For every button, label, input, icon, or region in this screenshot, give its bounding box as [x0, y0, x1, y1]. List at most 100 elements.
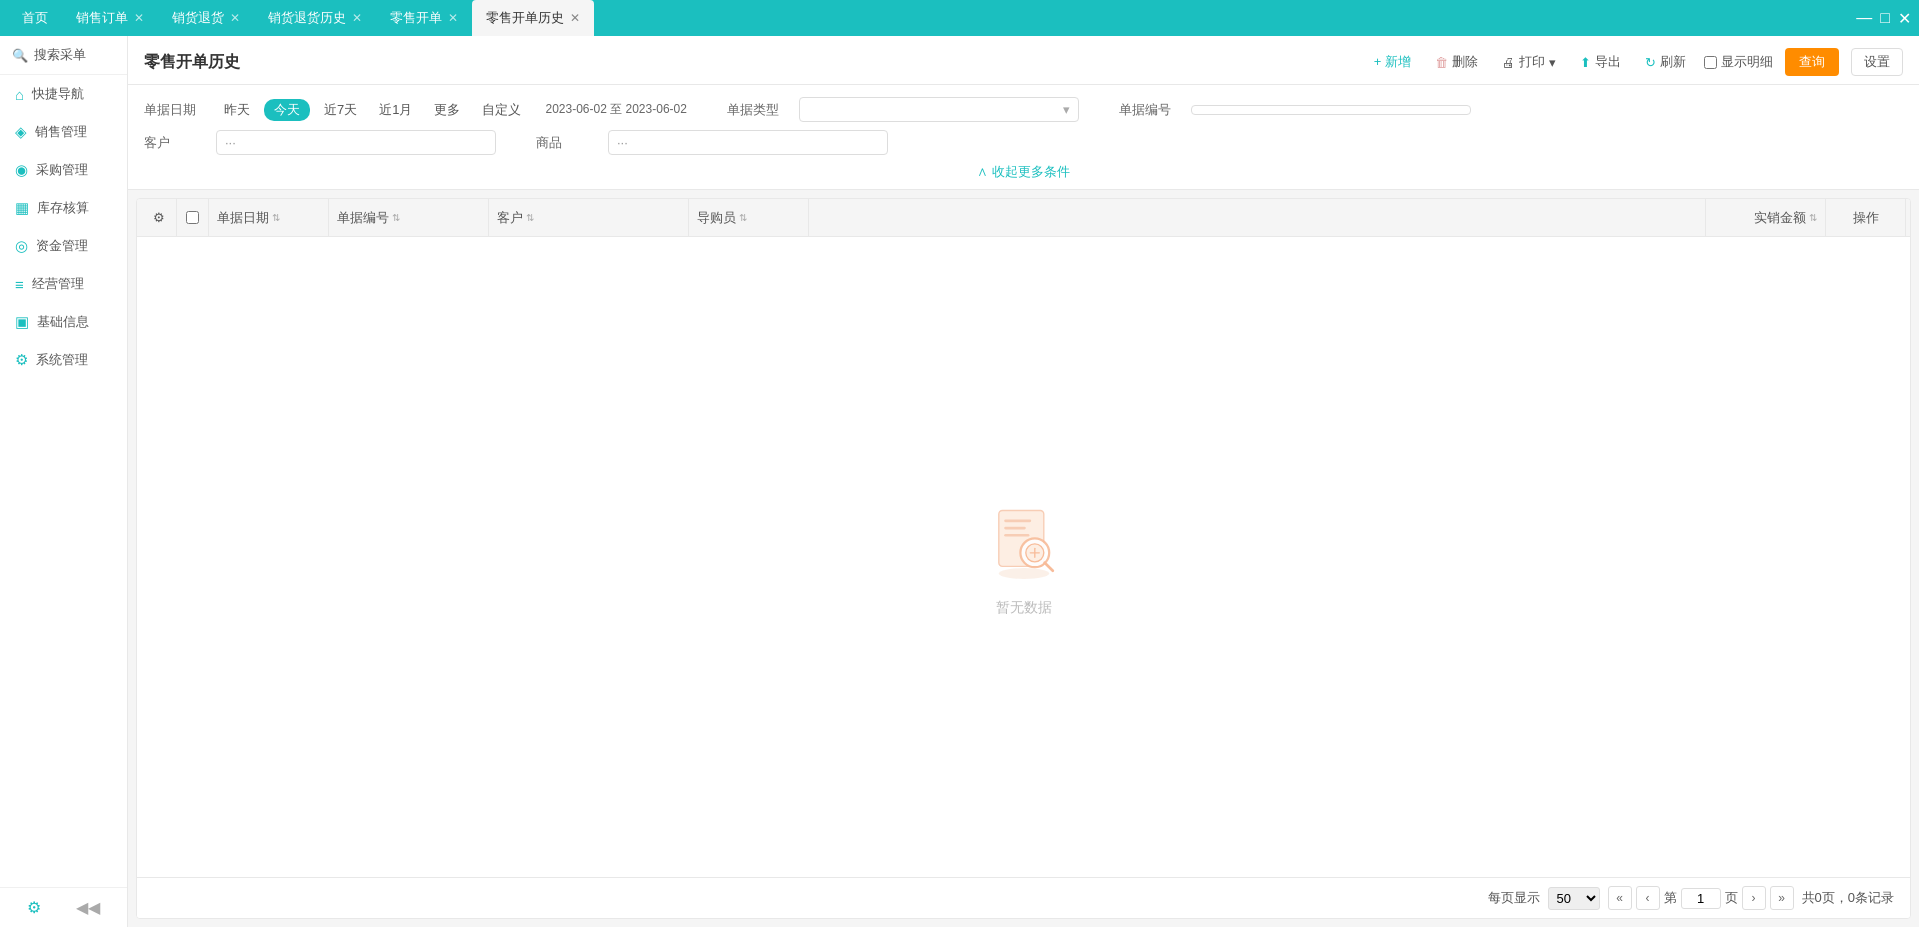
toolbar: + 新增 🗑 删除 🖨 打印 ▾ ⬆ 导出 ↻ 刷新 — [1368, 48, 1903, 76]
refresh-button[interactable]: ↻ 刷新 — [1639, 49, 1692, 75]
sidebar-item-quicknav[interactable]: ⌂ 快捷导航 — [0, 75, 127, 113]
date-opt-today[interactable]: 今天 — [264, 99, 310, 121]
svg-rect-3 — [1004, 527, 1026, 530]
collapse-label: ∧ 收起更多条件 — [977, 163, 1070, 181]
delete-label: 删除 — [1452, 53, 1478, 71]
sort-date-icon: ⇅ — [272, 212, 280, 223]
th-settings[interactable]: ⚙ — [141, 199, 177, 236]
th-customer-label: 客户 — [497, 209, 523, 227]
th-customer[interactable]: 客户 ⇅ — [489, 199, 689, 236]
tab-sales-order[interactable]: 销售订单 ✕ — [62, 0, 158, 36]
sidebar-search-label: 搜索采单 — [34, 46, 86, 64]
inventory-icon: ▦ — [15, 199, 29, 217]
maximize-btn[interactable]: □ — [1880, 9, 1890, 28]
type-select[interactable]: ▾ — [799, 97, 1079, 122]
page-title: 零售开单历史 — [144, 52, 240, 73]
customer-label: 客户 — [144, 134, 200, 152]
print-arrow-icon: ▾ — [1549, 55, 1556, 70]
first-page-btn[interactable]: « — [1608, 886, 1632, 910]
prev-page-btn[interactable]: ‹ — [1636, 886, 1660, 910]
th-number-label: 单据编号 — [337, 209, 389, 227]
th-guide[interactable]: 导购员 ⇅ — [689, 199, 809, 236]
tab-retail-order-close[interactable]: ✕ — [448, 12, 458, 24]
number-input[interactable] — [1191, 105, 1471, 115]
operations-icon: ≡ — [15, 276, 24, 293]
sort-amount-icon: ⇅ — [1809, 212, 1817, 223]
th-number[interactable]: 单据编号 ⇅ — [329, 199, 489, 236]
per-page-select[interactable]: 50 100 200 — [1548, 887, 1600, 910]
filter-area: 单据日期 昨天 今天 近7天 近1月 更多 自定义 2023-06-02 至 2… — [128, 85, 1919, 190]
sidebar-item-purchase[interactable]: ◉ 采购管理 — [0, 151, 127, 189]
date-opt-custom[interactable]: 自定义 — [474, 99, 529, 121]
sidebar-item-inventory[interactable]: ▦ 库存核算 — [0, 189, 127, 227]
page-header: 零售开单历史 + 新增 🗑 删除 🖨 打印 ▾ ⬆ 导出 — [128, 36, 1919, 85]
last-page-btn[interactable]: » — [1770, 886, 1794, 910]
date-opt-yesterday[interactable]: 昨天 — [216, 99, 258, 121]
minimize-btn[interactable]: — — [1856, 9, 1872, 28]
tab-return-close[interactable]: ✕ — [230, 12, 240, 24]
date-opt-more[interactable]: 更多 — [426, 99, 468, 121]
sidebar-item-basic[interactable]: ▣ 基础信息 — [0, 303, 127, 341]
tab-retail-order[interactable]: 零售开单 ✕ — [376, 0, 472, 36]
tab-retail-order-history-label: 零售开单历史 — [486, 9, 564, 27]
type-label: 单据类型 — [727, 101, 783, 119]
add-button[interactable]: + 新增 — [1368, 49, 1417, 75]
select-all-checkbox[interactable] — [186, 211, 199, 224]
search-icon: 🔍 — [12, 48, 28, 63]
sidebar-bottom: ⚙ ◀◀ — [0, 887, 127, 927]
sidebar-item-finance[interactable]: ◎ 资金管理 — [0, 227, 127, 265]
system-icon: ⚙ — [15, 351, 28, 369]
sidebar-item-sales[interactable]: ◈ 销售管理 — [0, 113, 127, 151]
date-opt-1month[interactable]: 近1月 — [371, 99, 420, 121]
table-container: ⚙ 单据日期 ⇅ 单据编号 ⇅ 客户 ⇅ 导购员 — [136, 198, 1911, 919]
export-label: 导出 — [1595, 53, 1621, 71]
sidebar-item-system[interactable]: ⚙ 系统管理 — [0, 341, 127, 379]
print-button[interactable]: 🖨 打印 ▾ — [1496, 49, 1562, 75]
date-label: 单据日期 — [144, 101, 200, 119]
collapse-button[interactable]: ∧ 收起更多条件 — [144, 163, 1903, 181]
date-opt-7days[interactable]: 近7天 — [316, 99, 365, 121]
collapse-sidebar-btn[interactable]: ◀◀ — [76, 898, 100, 917]
export-button[interactable]: ⬆ 导出 — [1574, 49, 1627, 75]
add-label: + 新增 — [1374, 53, 1411, 71]
settings-gear-icon[interactable]: ⚙ — [27, 898, 41, 917]
sidebar-search[interactable]: 🔍 搜索采单 — [0, 36, 127, 75]
tab-sales-order-label: 销售订单 — [76, 9, 128, 27]
sidebar-item-operations[interactable]: ≡ 经营管理 — [0, 265, 127, 303]
tab-home[interactable]: 首页 — [8, 0, 62, 36]
tab-retail-order-history-close[interactable]: ✕ — [570, 12, 580, 24]
search-button[interactable]: 查询 — [1785, 48, 1839, 76]
tab-return-history-close[interactable]: ✕ — [352, 12, 362, 24]
show-detail-toggle[interactable]: 显示明细 — [1704, 53, 1773, 71]
delete-button[interactable]: 🗑 删除 — [1429, 49, 1484, 75]
th-check[interactable] — [177, 199, 209, 236]
th-date[interactable]: 单据日期 ⇅ — [209, 199, 329, 236]
th-amount[interactable]: 实销金额 ⇅ — [1706, 199, 1826, 236]
goods-input[interactable]: ··· — [608, 130, 888, 155]
home-icon: ⌂ — [15, 86, 24, 103]
next-page-btn[interactable]: › — [1742, 886, 1766, 910]
tab-retail-order-history[interactable]: 零售开单历史 ✕ — [472, 0, 594, 36]
page-input[interactable] — [1681, 888, 1721, 909]
tab-return-label: 销货退货 — [172, 9, 224, 27]
print-label: 打印 — [1519, 53, 1545, 71]
empty-text: 暂无数据 — [996, 599, 1052, 617]
customer-input[interactable]: ··· — [216, 130, 496, 155]
th-action: 操作 — [1826, 199, 1906, 236]
tab-return[interactable]: 销货退货 ✕ — [158, 0, 254, 36]
window-controls: — □ ✕ — [1856, 9, 1911, 28]
sidebar-item-sales-label: 销售管理 — [35, 123, 87, 141]
svg-point-0 — [998, 568, 1048, 579]
print-icon: 🖨 — [1502, 55, 1515, 70]
tab-sales-order-close[interactable]: ✕ — [134, 12, 144, 24]
filter-row-2: 客户 ··· 商品 ··· — [144, 130, 1903, 155]
finance-icon: ◎ — [15, 237, 28, 255]
show-detail-label: 显示明细 — [1721, 53, 1773, 71]
close-btn[interactable]: ✕ — [1898, 9, 1911, 28]
sidebar-item-finance-label: 资金管理 — [36, 237, 88, 255]
tab-return-history[interactable]: 销货退货历史 ✕ — [254, 0, 376, 36]
sidebar-menu: ⌂ 快捷导航 ◈ 销售管理 ◉ 采购管理 ▦ 库存核算 ◎ 资金管理 ≡ 经营管… — [0, 75, 127, 887]
show-detail-checkbox[interactable] — [1704, 56, 1717, 69]
settings-button[interactable]: 设置 — [1851, 48, 1903, 76]
content-area: 零售开单历史 + 新增 🗑 删除 🖨 打印 ▾ ⬆ 导出 — [128, 36, 1919, 927]
